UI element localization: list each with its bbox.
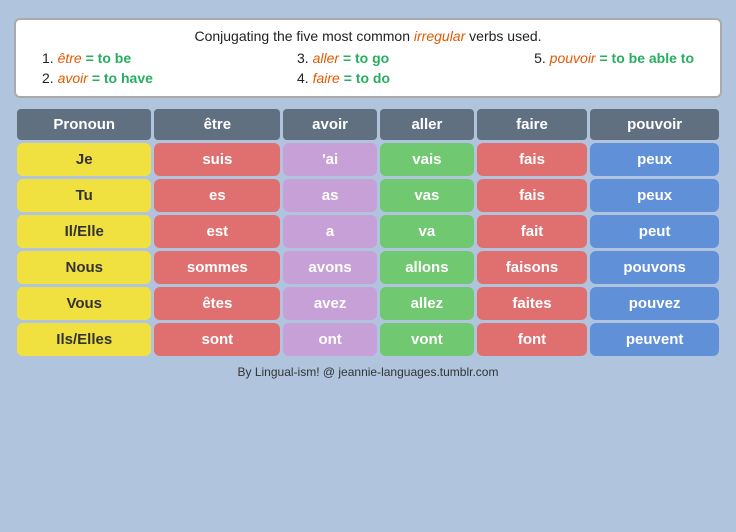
table-cell: Vous (17, 287, 151, 320)
verb-name-2: avoir (58, 70, 88, 86)
intro-before: Conjugating the five most common (194, 28, 413, 44)
table-cell: vais (380, 143, 474, 176)
verb-entry-3: 3. aller = to go (297, 50, 390, 66)
table-cell: fais (477, 179, 587, 212)
table-row: Tuesasvasfaispeux (17, 179, 719, 212)
header-faire: faire (477, 109, 587, 140)
table-cell: va (380, 215, 474, 248)
table-row: Il/Elleestavafaitpeut (17, 215, 719, 248)
table-cell: vas (380, 179, 474, 212)
verb-name-1: être (58, 50, 82, 66)
conjugation-table: Pronoun être avoir aller faire pouvoir J… (14, 106, 722, 359)
verbs-col-mid: 3. aller = to go 4. faire = to do (297, 50, 390, 86)
verbs-col-left: 1. être = to be 2. avoir = to have (42, 50, 153, 86)
header-pouvoir: pouvoir (590, 109, 719, 140)
table-cell: a (283, 215, 377, 248)
verb-num-5: 5. (534, 50, 550, 66)
table-cell: pouvez (590, 287, 719, 320)
table-row: Jesuis'aivaisfaispeux (17, 143, 719, 176)
table-cell: peux (590, 179, 719, 212)
verbs-col-right: 5. pouvoir = to be able to (534, 50, 694, 66)
verb-name-4: faire (313, 70, 340, 86)
table-cell: est (154, 215, 280, 248)
verb-meaning-text-1: = to be (86, 50, 132, 66)
header-aller: aller (380, 109, 474, 140)
table-cell: allons (380, 251, 474, 284)
verb-meaning-text-3: = to go (343, 50, 389, 66)
verb-meaning-text-4: = to do (344, 70, 390, 86)
verb-entry-1: 1. être = to be (42, 50, 153, 66)
header-avoir: avoir (283, 109, 377, 140)
table-cell: ont (283, 323, 377, 356)
table-row: Noussommesavonsallonsfaisonspouvons (17, 251, 719, 284)
verb-num-3: 3. (297, 50, 313, 66)
intro-box: Conjugating the five most common irregul… (14, 18, 722, 98)
table-cell: peut (590, 215, 719, 248)
table-cell: faites (477, 287, 587, 320)
table-cell: Ils/Elles (17, 323, 151, 356)
table-cell: font (477, 323, 587, 356)
table-cell: vont (380, 323, 474, 356)
verb-entry-5: 5. pouvoir = to be able to (534, 50, 694, 66)
table-cell: Il/Elle (17, 215, 151, 248)
table-cell: Tu (17, 179, 151, 212)
table-cell: as (283, 179, 377, 212)
table-cell: es (154, 179, 280, 212)
table-cell: avez (283, 287, 377, 320)
table-header-row: Pronoun être avoir aller faire pouvoir (17, 109, 719, 140)
footer: By Lingual-ism! @ jeannie-languages.tumb… (238, 365, 499, 379)
verb-num-1: 1. (42, 50, 58, 66)
intro-after: verbs used. (465, 28, 541, 44)
table-cell: Nous (17, 251, 151, 284)
irregular-word: irregular (414, 28, 465, 44)
verb-meaning-text-2: = to have (92, 70, 153, 86)
table-cell: suis (154, 143, 280, 176)
header-etre: être (154, 109, 280, 140)
table-cell: Je (17, 143, 151, 176)
verb-name-3: aller (313, 50, 339, 66)
table-cell: avons (283, 251, 377, 284)
verb-meaning-text-5: = to be able to (599, 50, 694, 66)
table-cell: 'ai (283, 143, 377, 176)
table-cell: sommes (154, 251, 280, 284)
header-pronoun: Pronoun (17, 109, 151, 140)
verb-entry-4: 4. faire = to do (297, 70, 390, 86)
intro-text: Conjugating the five most common irregul… (32, 28, 704, 44)
table-cell: faisons (477, 251, 587, 284)
table-cell: sont (154, 323, 280, 356)
table-cell: allez (380, 287, 474, 320)
table-row: Ils/Ellessontontvontfontpeuvent (17, 323, 719, 356)
table-row: Vousêtesavezallezfaitespouvez (17, 287, 719, 320)
table-cell: fais (477, 143, 587, 176)
verb-num-2: 2. (42, 70, 58, 86)
verb-name-5: pouvoir (550, 50, 596, 66)
table-cell: êtes (154, 287, 280, 320)
verb-entry-2: 2. avoir = to have (42, 70, 153, 86)
verb-num-4: 4. (297, 70, 313, 86)
table-cell: peuvent (590, 323, 719, 356)
verbs-list: 1. être = to be 2. avoir = to have 3. al… (32, 50, 704, 86)
table-cell: fait (477, 215, 587, 248)
table-cell: pouvons (590, 251, 719, 284)
table-cell: peux (590, 143, 719, 176)
